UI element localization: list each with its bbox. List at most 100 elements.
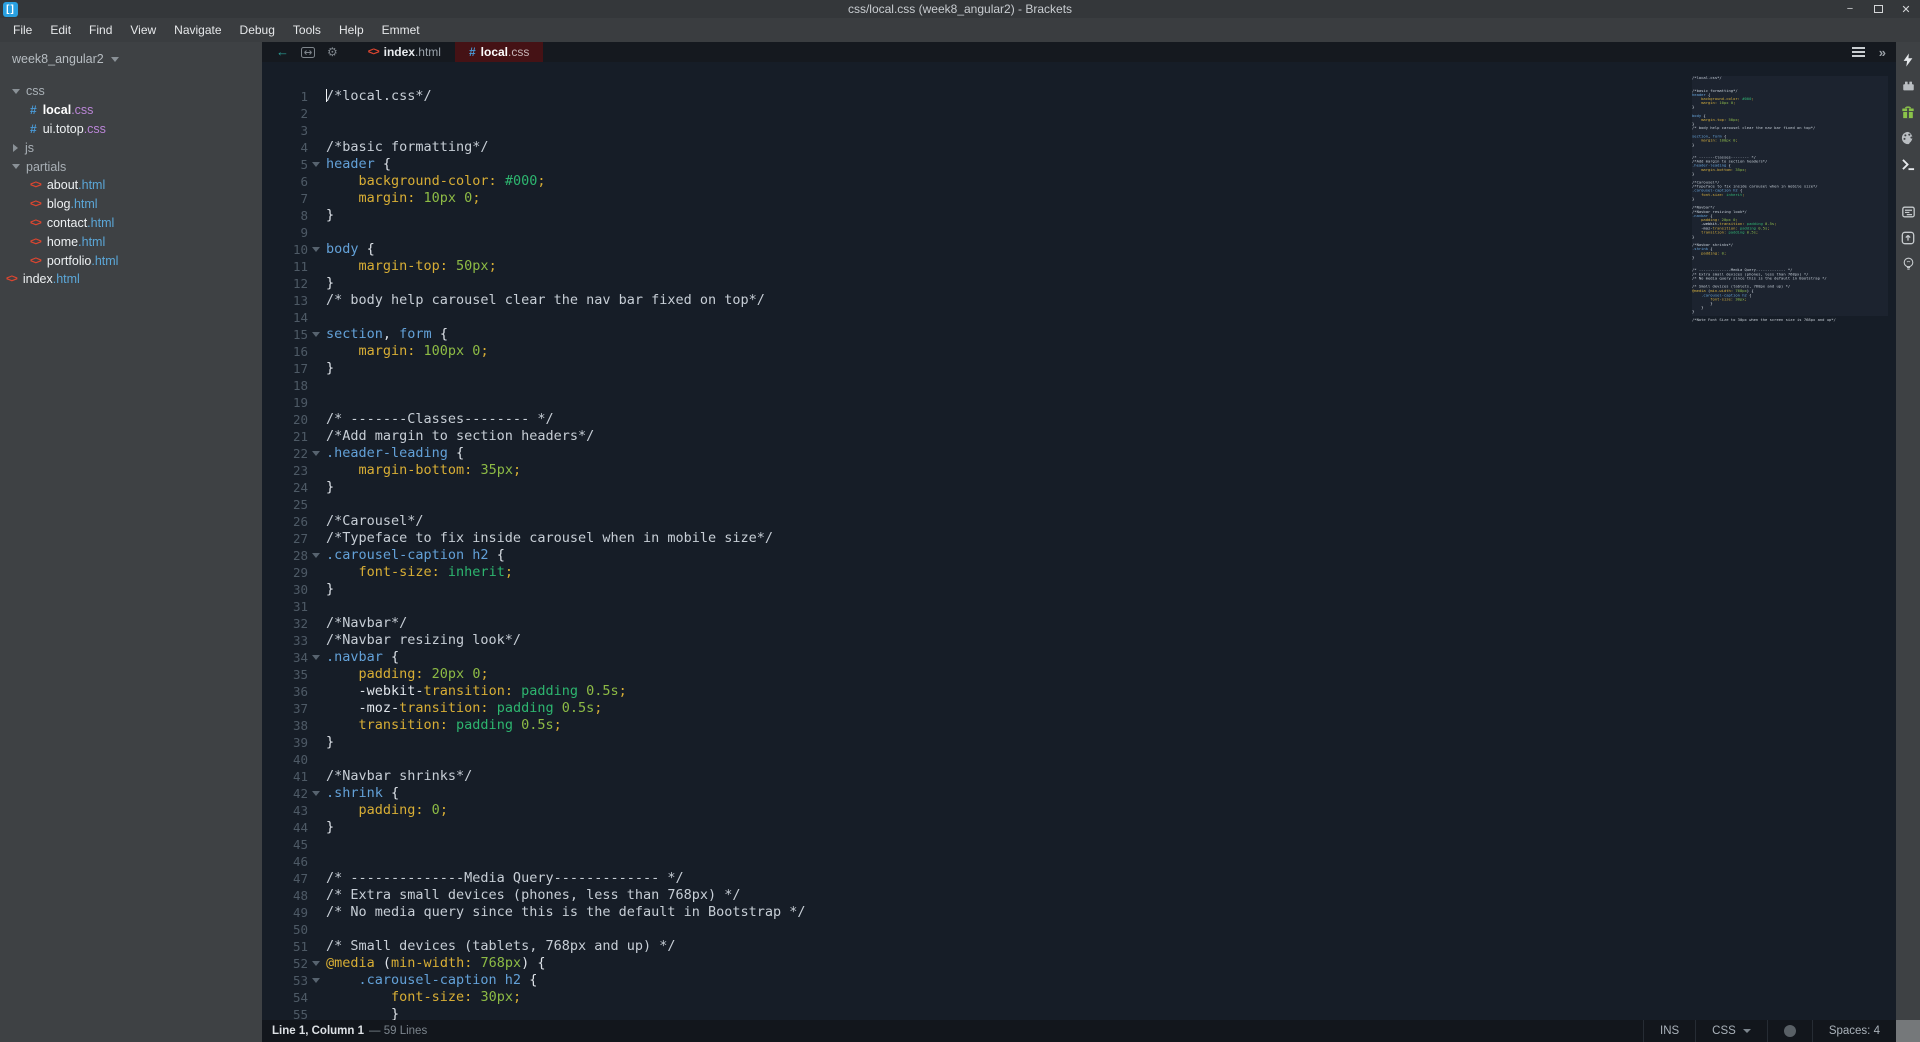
- code-line[interactable]: 50: [262, 921, 1896, 938]
- code-line[interactable]: 10 body {: [262, 241, 1896, 258]
- code-line[interactable]: 30}: [262, 581, 1896, 598]
- indent-setting[interactable]: Spaces: 4: [1811, 1020, 1896, 1042]
- code-line[interactable]: 41 /*Navbar shrinks*/: [262, 768, 1896, 785]
- gift-icon[interactable]: [1900, 104, 1916, 120]
- code-line[interactable]: 22 .header-leading {: [262, 445, 1896, 462]
- language-selector[interactable]: CSS: [1695, 1020, 1767, 1042]
- menu-tools[interactable]: Tools: [284, 18, 330, 42]
- tree-file-contact.html[interactable]: <> contact .html: [0, 214, 262, 233]
- terminal-icon[interactable]: [1900, 156, 1916, 172]
- code-line[interactable]: 53 .carousel-caption h2 {: [262, 972, 1896, 989]
- tab-index.html[interactable]: <> index .html: [354, 42, 455, 62]
- code-editor[interactable]: 1/*local.css*/2 3 4/*basic formatting*/5 he…: [262, 62, 1896, 1020]
- code-line[interactable]: 21 /*Add margin to section headers*/: [262, 428, 1896, 445]
- code-line[interactable]: 11 margin-top: 50px;: [262, 258, 1896, 275]
- code-line[interactable]: 47 /* --------------Media Query----------…: [262, 870, 1896, 887]
- menu-view[interactable]: View: [121, 18, 165, 42]
- code-line[interactable]: 25: [262, 496, 1896, 513]
- code-line[interactable]: 4 /*basic formatting*/: [262, 139, 1896, 156]
- minimap-viewport[interactable]: [1692, 76, 1888, 316]
- menu-help[interactable]: Help: [330, 18, 373, 42]
- fold-arrow-icon[interactable]: [308, 785, 324, 802]
- upload-icon[interactable]: [1900, 230, 1916, 246]
- code-line[interactable]: 3: [262, 122, 1896, 139]
- code-line[interactable]: 40: [262, 751, 1896, 768]
- tree-folder-partials[interactable]: partials: [0, 157, 262, 176]
- working-set-menu-icon[interactable]: [1851, 45, 1865, 59]
- tree-file-home.html[interactable]: <> home .html: [0, 232, 262, 251]
- code-line[interactable]: 46: [262, 853, 1896, 870]
- code-line[interactable]: 8}: [262, 207, 1896, 224]
- back-arrow-icon[interactable]: ←: [270, 42, 295, 62]
- tree-file-blog.html[interactable]: <> blog .html: [0, 195, 262, 214]
- code-line[interactable]: 17}: [262, 360, 1896, 377]
- code-line[interactable]: 18: [262, 377, 1896, 394]
- overflow-chevrons-icon[interactable]: »: [1879, 45, 1886, 60]
- fold-arrow-icon[interactable]: [308, 547, 324, 564]
- lightbulb-icon[interactable]: [1900, 256, 1916, 272]
- chevron-down-icon[interactable]: [12, 164, 20, 170]
- chevron-right-icon[interactable]: [13, 143, 18, 152]
- code-line[interactable]: 34 .navbar {: [262, 649, 1896, 666]
- fold-arrow-icon[interactable]: [308, 156, 324, 173]
- code-line[interactable]: 45: [262, 836, 1896, 853]
- chevron-down-icon[interactable]: [12, 88, 20, 94]
- brick-icon[interactable]: [1900, 78, 1916, 94]
- code-line[interactable]: 42 .shrink {: [262, 785, 1896, 802]
- insert-mode-indicator[interactable]: INS: [1643, 1020, 1695, 1042]
- close-icon[interactable]: ✕: [1892, 0, 1920, 18]
- tree-folder-css[interactable]: css: [0, 82, 262, 101]
- lightning-icon[interactable]: [1900, 52, 1916, 68]
- code-line[interactable]: 14: [262, 309, 1896, 326]
- tree-file-local.css[interactable]: # local .css: [0, 101, 262, 120]
- code-line[interactable]: 33 /*Navbar resizing look*/: [262, 632, 1896, 649]
- code-line[interactable]: 51 /* Small devices (tablets, 768px and u…: [262, 938, 1896, 955]
- tree-file-about.html[interactable]: <> about .html: [0, 176, 262, 195]
- code-line[interactable]: 48 /* Extra small devices (phones, less t…: [262, 887, 1896, 904]
- maximize-icon[interactable]: [1864, 0, 1892, 18]
- code-line[interactable]: 38 transition: padding 0.5s;: [262, 717, 1896, 734]
- fold-arrow-icon[interactable]: [308, 649, 324, 666]
- code-line[interactable]: 19: [262, 394, 1896, 411]
- code-line[interactable]: 13 /* body help carousel clear the nav ba…: [262, 292, 1896, 309]
- code-line[interactable]: 37 -moz-transition: padding 0.5s;: [262, 700, 1896, 717]
- menu-edit[interactable]: Edit: [41, 18, 80, 42]
- lint-status-indicator[interactable]: [1766, 1020, 1812, 1042]
- code-line[interactable]: 54 font-size: 30px;: [262, 989, 1896, 1006]
- tree-file-portfolio.html[interactable]: <> portfolio .html: [0, 251, 262, 270]
- code-line[interactable]: 7 margin: 10px 0;: [262, 190, 1896, 207]
- project-selector[interactable]: week8_angular2: [0, 46, 262, 72]
- fold-arrow-icon[interactable]: [308, 972, 324, 989]
- code-line[interactable]: 49 /* No media query since this is the de…: [262, 904, 1896, 921]
- menu-debug[interactable]: Debug: [231, 18, 284, 42]
- fold-arrow-icon[interactable]: [308, 241, 324, 258]
- code-line[interactable]: 15 section, form {: [262, 326, 1896, 343]
- code-line[interactable]: 32 /*Navbar*/: [262, 615, 1896, 632]
- palette-icon[interactable]: [1900, 130, 1916, 146]
- code-line[interactable]: 29 font-size: inherit;: [262, 564, 1896, 581]
- fold-arrow-icon[interactable]: [308, 326, 324, 343]
- code-line[interactable]: 5 header {: [262, 156, 1896, 173]
- code-line[interactable]: 20 /* -------Classes-------- */: [262, 411, 1896, 428]
- code-line[interactable]: 55 }: [262, 1006, 1896, 1020]
- code-line[interactable]: 28 .carousel-caption h2 {: [262, 547, 1896, 564]
- code-line[interactable]: 16 margin: 100px 0;: [262, 343, 1896, 360]
- fold-arrow-icon[interactable]: [308, 955, 324, 972]
- code-line[interactable]: 39}: [262, 734, 1896, 751]
- code-line[interactable]: 44}: [262, 819, 1896, 836]
- menu-navigate[interactable]: Navigate: [165, 18, 230, 42]
- gear-icon[interactable]: ⚙: [321, 42, 344, 62]
- code-line[interactable]: 24}: [262, 479, 1896, 496]
- menu-emmet[interactable]: Emmet: [373, 18, 429, 42]
- code-line[interactable]: 12}: [262, 275, 1896, 292]
- tree-file-index.html[interactable]: <> index .html: [0, 270, 262, 289]
- code-line[interactable]: 43 padding: 0;: [262, 802, 1896, 819]
- code-line[interactable]: 27 /*Typeface to fix inside carousel when…: [262, 530, 1896, 547]
- minimap[interactable]: /*local.css*/ /*basic formatting*/header…: [1692, 76, 1888, 1006]
- snippets-icon[interactable]: [1900, 204, 1916, 220]
- menu-file[interactable]: File: [4, 18, 41, 42]
- code-line[interactable]: 26 /*Carousel*/: [262, 513, 1896, 530]
- code-line[interactable]: 35 padding: 20px 0;: [262, 666, 1896, 683]
- code-line[interactable]: 9: [262, 224, 1896, 241]
- tree-file-ui.totop.css[interactable]: # ui.totop .css: [0, 120, 262, 139]
